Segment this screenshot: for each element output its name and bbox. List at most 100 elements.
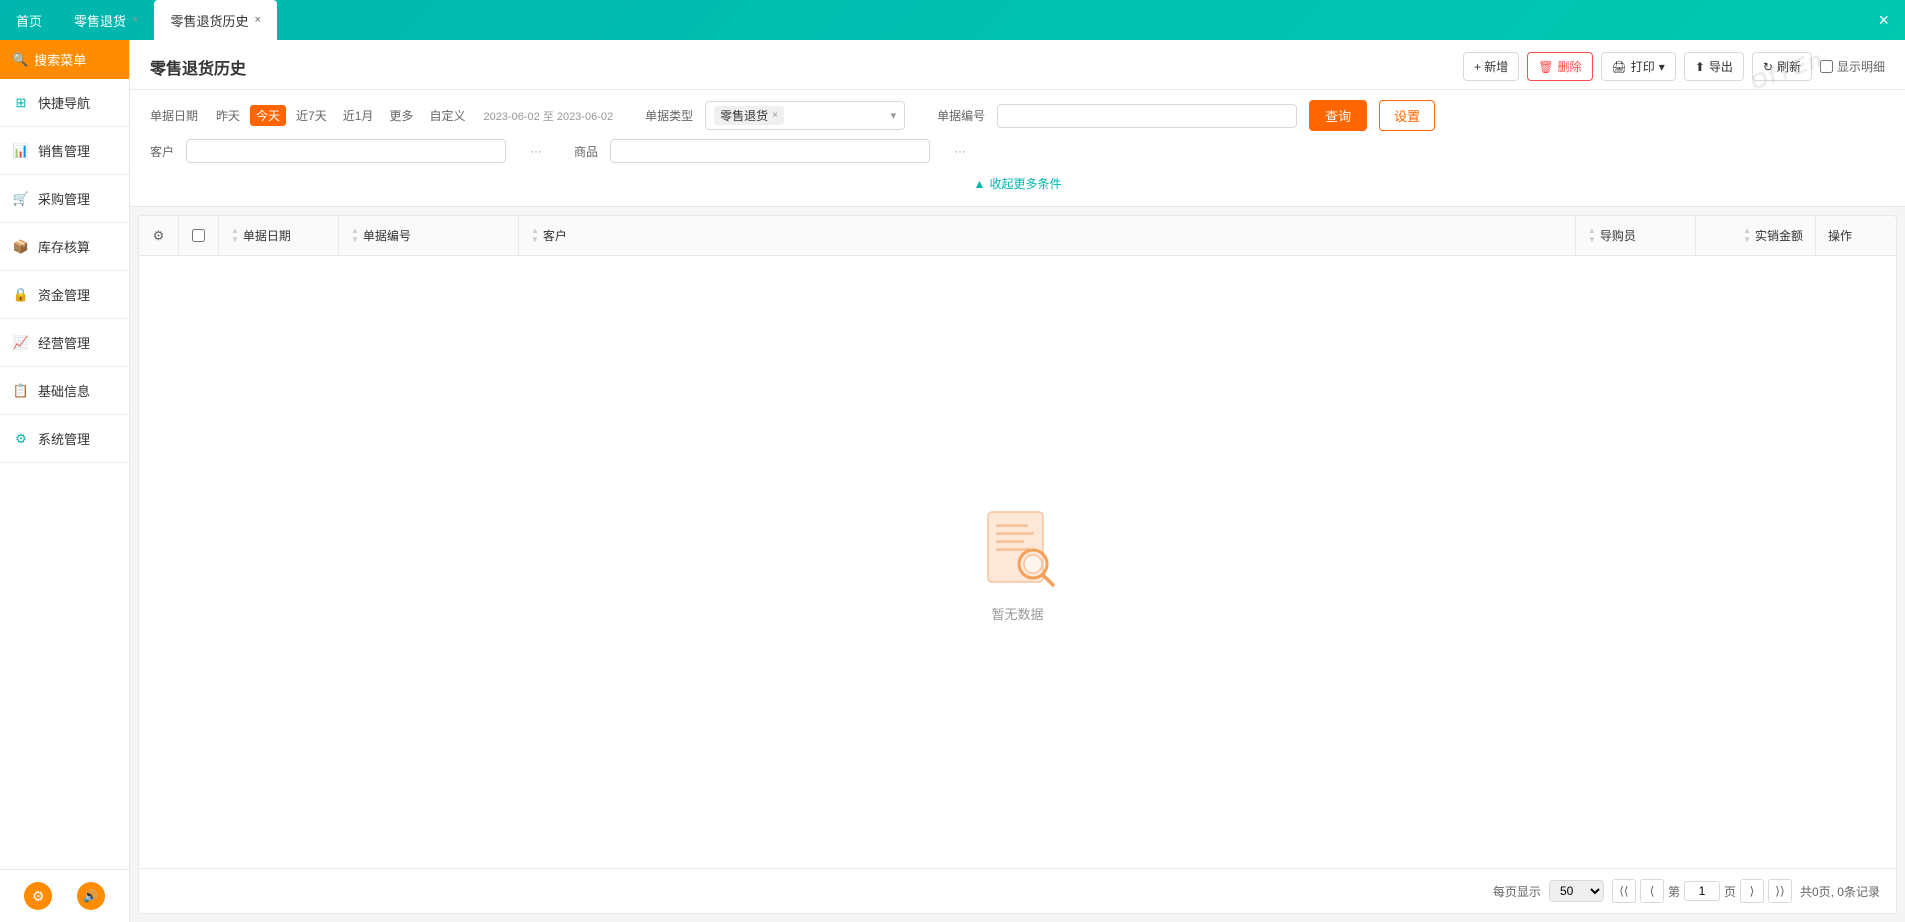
col-number[interactable]: ▲▼ 单据编号 bbox=[339, 216, 519, 255]
empty-illustration bbox=[968, 502, 1068, 592]
export-button[interactable]: ⬆ 导出 bbox=[1684, 52, 1744, 81]
refresh-button[interactable]: ↻ 刷新 bbox=[1752, 52, 1812, 81]
voucher-type-tag-remove[interactable]: × bbox=[772, 110, 778, 121]
empty-text: 暂无数据 bbox=[991, 604, 1043, 623]
empty-state: 暂无数据 bbox=[139, 256, 1896, 868]
date-options: 昨天 今天 近7天 近1月 更多 自定义 bbox=[210, 105, 471, 126]
print-icon: 🖨 bbox=[1612, 60, 1627, 74]
filter-row-2: 客户 ··· 商品 ··· bbox=[150, 139, 1885, 163]
sidebar-item-inventory[interactable]: 📦库存核算 bbox=[0, 223, 129, 271]
customer-filter-label: 客户 bbox=[150, 143, 174, 160]
sidebar-item-finance[interactable]: 🔒资金管理 bbox=[0, 271, 129, 319]
select-all-checkbox[interactable] bbox=[179, 216, 219, 255]
collapse-button[interactable]: ▲ 收起更多条件 bbox=[974, 175, 1062, 192]
tab-home[interactable]: 首页 bbox=[0, 0, 58, 40]
page-last-button[interactable]: ⟩⟩ bbox=[1768, 879, 1792, 903]
date-opt-more[interactable]: 更多 bbox=[383, 105, 419, 126]
date-filter-label: 单据日期 bbox=[150, 107, 198, 124]
col-amount[interactable]: ▲▼ 实销金额 bbox=[1696, 216, 1816, 255]
tab-close-retail-return-history[interactable]: × bbox=[254, 14, 260, 26]
tab-retail-return-history[interactable]: 零售退货历史× bbox=[154, 0, 276, 40]
sidebar-bottom: ⚙ 🔊 bbox=[0, 869, 129, 922]
voucher-type-select[interactable]: 零售退货 × ▾ bbox=[705, 101, 905, 130]
sidebar-item-quick-nav[interactable]: ⊞ 快捷导航 bbox=[0, 79, 129, 127]
refresh-icon: ↻ bbox=[1763, 60, 1773, 74]
page-suffix-label: 页 bbox=[1724, 883, 1736, 900]
print-button[interactable]: 🖨 打印 ▾ bbox=[1601, 52, 1676, 81]
pagination: 每页显示 50 20 100 ⟨⟨ ⟨ 第 页 ⟩ ⟩⟩ 共0页, 0条记录 bbox=[139, 868, 1896, 913]
page-number-input[interactable] bbox=[1684, 881, 1720, 901]
query-button[interactable]: 查询 bbox=[1309, 100, 1367, 131]
sidebar-search-button[interactable]: 🔍 搜索菜单 bbox=[0, 40, 129, 79]
customer-more-icon[interactable]: ··· bbox=[530, 144, 542, 158]
sidebar-icon-operations: 📈 bbox=[12, 334, 30, 352]
page-prev-button[interactable]: ⟨ bbox=[1640, 879, 1664, 903]
content-area: 零售退货历史 + 新增 🗑 删除 🖨 打印 ▾ ⬆ 导出 ↻ bbox=[130, 40, 1905, 922]
sidebar-icon-basic: 📋 bbox=[12, 382, 30, 400]
top-bar: 首页零售退货×零售退货历史× × bbox=[0, 0, 1905, 40]
page-first-button[interactable]: ⟨⟨ bbox=[1612, 879, 1636, 903]
voucher-number-input[interactable] bbox=[997, 104, 1297, 128]
sidebar-item-basic[interactable]: 📋 基础信息 bbox=[0, 367, 129, 415]
sidebar-settings-icon[interactable]: ⚙ bbox=[24, 882, 52, 910]
col-guide[interactable]: ▲▼ 导购员 bbox=[1576, 216, 1696, 255]
column-settings-button[interactable]: ⚙ bbox=[139, 216, 179, 255]
export-icon: ⬆ bbox=[1695, 60, 1705, 74]
sidebar-icon-inventory: 📦 bbox=[12, 238, 30, 256]
voucher-number-label: 单据编号 bbox=[937, 107, 985, 124]
sidebar-item-purchase[interactable]: 🛒采购管理 bbox=[0, 175, 129, 223]
tab-retail-return[interactable]: 零售退货× bbox=[58, 0, 154, 40]
voucher-type-tag: 零售退货 × bbox=[714, 106, 784, 125]
sidebar-label-system: 系统管理 bbox=[38, 429, 90, 448]
settings-button[interactable]: 设置 bbox=[1379, 100, 1435, 131]
date-opt-7days[interactable]: 近7天 bbox=[290, 105, 333, 126]
delete-button[interactable]: 🗑 删除 bbox=[1527, 52, 1592, 81]
table-container: ⚙ ▲▼ 单据日期 ▲▼ 单据编号 ▲▼ 客户 ▲▼ 导 bbox=[138, 215, 1897, 914]
main-layout: 🔍 搜索菜单 ⊞ 快捷导航 📊 销售管理 🛒采购管理📦库存核算🔒资金管理📈经营管理 📋 基础… bbox=[0, 40, 1905, 922]
sidebar-item-system[interactable]: ⚙ 系统管理 bbox=[0, 415, 129, 463]
col-date[interactable]: ▲▼ 单据日期 bbox=[219, 216, 339, 255]
goods-input[interactable] bbox=[610, 139, 930, 163]
tab-close-retail-return[interactable]: × bbox=[132, 14, 138, 26]
date-opt-custom[interactable]: 自定义 bbox=[423, 105, 471, 126]
sidebar-icon-system: ⚙ bbox=[12, 430, 30, 448]
sidebar-label-basic: 基础信息 bbox=[38, 381, 90, 400]
window-close-button[interactable]: × bbox=[1862, 10, 1905, 31]
page-size-select[interactable]: 50 20 100 bbox=[1549, 880, 1604, 902]
sidebar-item-operations[interactable]: 📈经营管理 bbox=[0, 319, 129, 367]
page-next-button[interactable]: ⟩ bbox=[1740, 879, 1764, 903]
sidebar-search-label: 搜索菜单 bbox=[34, 50, 86, 69]
search-icon: 🔍 bbox=[12, 52, 28, 68]
customer-input[interactable] bbox=[186, 139, 506, 163]
new-button[interactable]: + 新增 bbox=[1463, 52, 1519, 81]
print-dropdown-icon: ▾ bbox=[1659, 60, 1665, 74]
date-opt-yesterday[interactable]: 昨天 bbox=[210, 105, 246, 126]
sidebar-icon-quick-nav: ⊞ bbox=[12, 94, 30, 112]
sidebar-item-sales[interactable]: 📊 销售管理 bbox=[0, 127, 129, 175]
date-range-display: 2023-06-02 至 2023-06-02 bbox=[483, 108, 613, 124]
page-prefix-label: 第 bbox=[1668, 883, 1680, 900]
total-records-label: 共0页, 0条记录 bbox=[1800, 883, 1880, 900]
sidebar: 🔍 搜索菜单 ⊞ 快捷导航 📊 销售管理 🛒采购管理📦库存核算🔒资金管理📈经营管理 📋 基础… bbox=[0, 40, 130, 922]
sidebar-icon-sales: 📊 bbox=[12, 142, 30, 160]
date-opt-today[interactable]: 今天 bbox=[250, 105, 286, 126]
sidebar-label-quick-nav: 快捷导航 bbox=[38, 93, 90, 112]
voucher-type-label: 单据类型 bbox=[645, 107, 693, 124]
collapse-row: ▲ 收起更多条件 bbox=[150, 171, 1885, 196]
display-detail-checkbox[interactable]: 显示明细 bbox=[1820, 58, 1885, 75]
collapse-icon: ▲ bbox=[974, 177, 986, 191]
voucher-type-dropdown-icon: ▾ bbox=[891, 109, 897, 122]
col-customer[interactable]: ▲▼ 客户 bbox=[519, 216, 1576, 255]
sidebar-icon-finance: 🔒 bbox=[12, 286, 30, 304]
date-opt-1month[interactable]: 近1月 bbox=[337, 105, 380, 126]
per-page-label: 每页显示 bbox=[1493, 883, 1541, 900]
sidebar-volume-icon[interactable]: 🔊 bbox=[77, 882, 105, 910]
page-header: 零售退货历史 + 新增 🗑 删除 🖨 打印 ▾ ⬆ 导出 ↻ bbox=[130, 40, 1905, 90]
tab-list: 首页零售退货×零售退货历史× bbox=[0, 0, 1862, 40]
goods-more-icon[interactable]: ··· bbox=[954, 144, 966, 158]
sidebar-label-purchase: 采购管理 bbox=[38, 189, 90, 208]
table-header: ⚙ ▲▼ 单据日期 ▲▼ 单据编号 ▲▼ 客户 ▲▼ 导 bbox=[139, 216, 1896, 256]
filter-row-1: 单据日期 昨天 今天 近7天 近1月 更多 自定义 2023-06-02 至 2… bbox=[150, 100, 1885, 131]
sidebar-label-sales: 销售管理 bbox=[38, 141, 90, 160]
delete-icon: 🗑 bbox=[1538, 60, 1553, 74]
